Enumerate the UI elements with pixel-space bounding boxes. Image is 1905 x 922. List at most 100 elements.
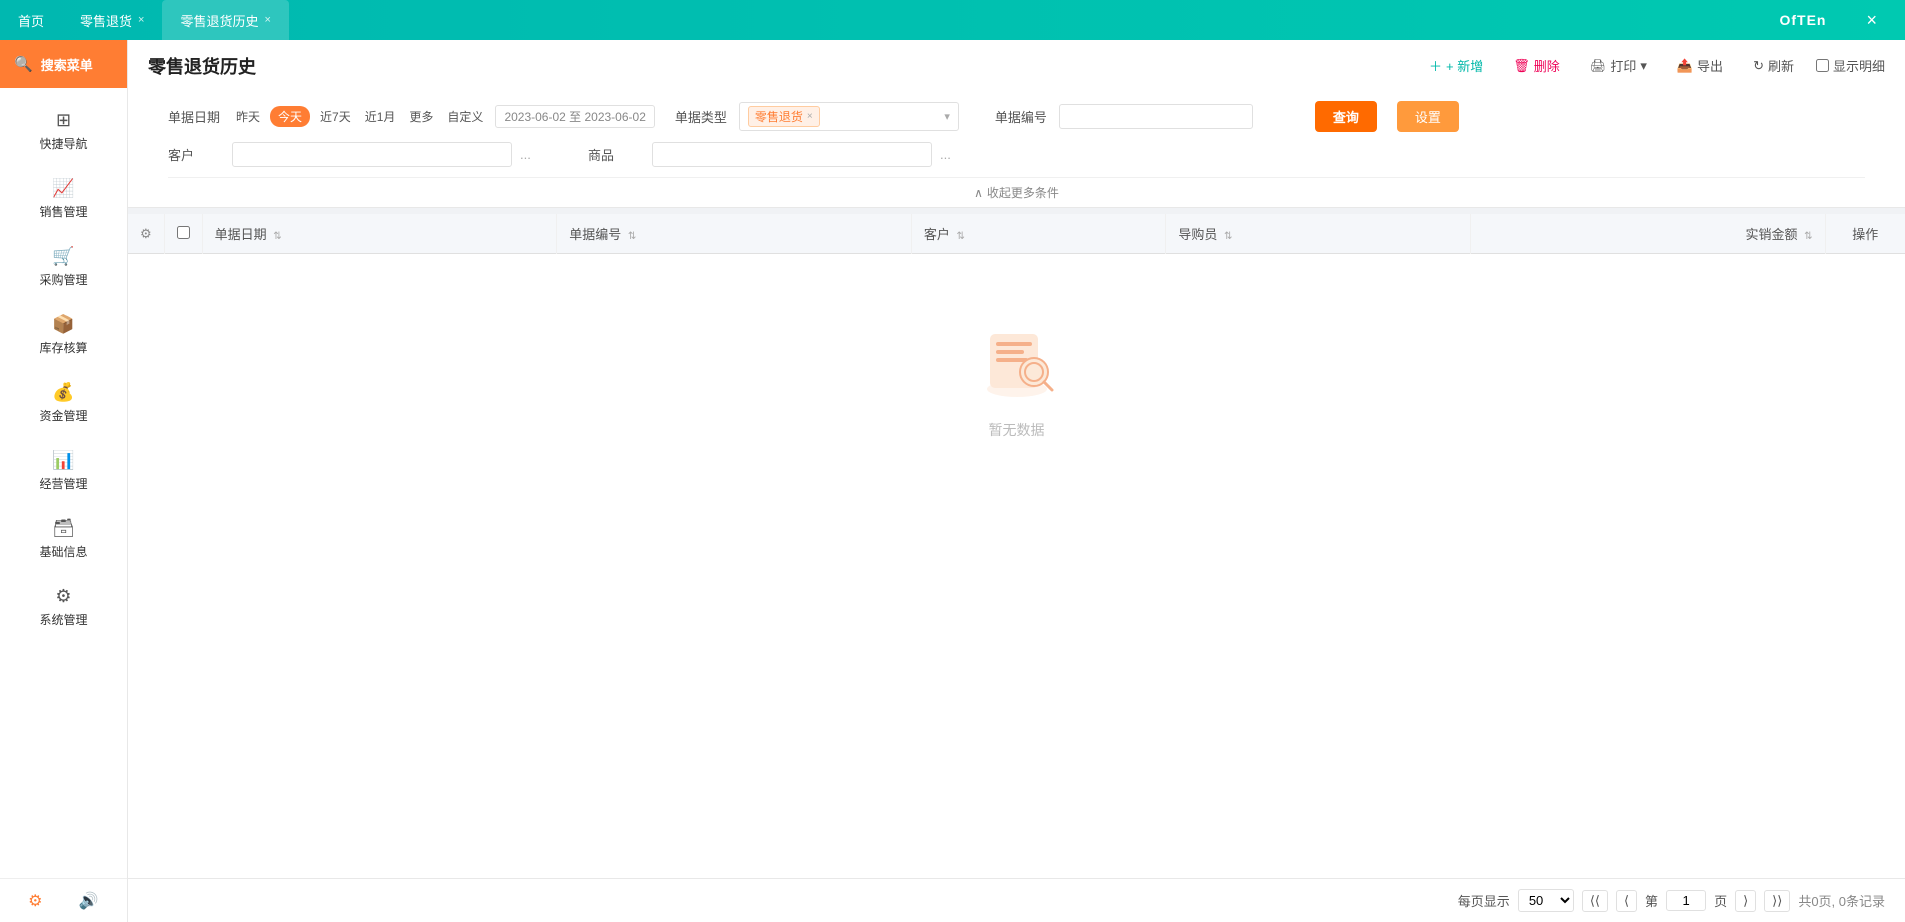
date-opt-1month[interactable]: 近1月 xyxy=(361,106,400,127)
filter-goods-input[interactable] xyxy=(652,142,932,167)
tab-retail-return-history[interactable]: 零售退货历史 × xyxy=(162,0,288,40)
set-button[interactable]: 设置 xyxy=(1397,101,1459,132)
basic-info-icon: 🗃 xyxy=(52,518,75,539)
th-settings[interactable]: ⚙ xyxy=(128,214,164,254)
inventory-label: 库存核算 xyxy=(39,339,87,356)
last-page-btn[interactable]: ⟩⟩ xyxy=(1764,890,1790,912)
finance-icon: 💰 xyxy=(52,382,74,403)
collapse-label: 收起更多条件 xyxy=(987,184,1059,201)
sidebar-item-inventory[interactable]: 📦 库存核算 xyxy=(6,302,121,368)
th-guide-sort-icon[interactable]: ⇅ xyxy=(1224,231,1232,242)
table-head: ⚙ 单据日期 ⇅ 单据编号 ⇅ xyxy=(128,214,1905,254)
collapse-filter-btn[interactable]: ∧ 收起更多条件 xyxy=(168,177,1865,207)
sales-label: 销售管理 xyxy=(39,203,87,220)
tab-home[interactable]: 首页 xyxy=(0,0,62,40)
th-guide-label: 导购员 xyxy=(1178,227,1217,242)
sidebar-item-basic-info[interactable]: 🗃 基础信息 xyxy=(6,506,121,572)
delete-button[interactable]: 🗑 删除 xyxy=(1505,52,1568,79)
select-all-checkbox[interactable] xyxy=(177,226,190,239)
th-customer-label: 客户 xyxy=(924,227,950,242)
date-range-value[interactable]: 2023-06-02 至 2023-06-02 xyxy=(495,105,654,128)
th-amount-sort-icon[interactable]: ⇅ xyxy=(1804,231,1812,242)
next-page-btn[interactable]: ⟩ xyxy=(1735,890,1756,912)
pagination: 每页显示 50 100 200 ⟨⟨ ⟨ 第 页 ⟩ ⟩⟩ 共0页, 0条记录 xyxy=(128,878,1905,922)
export-button[interactable]: 📤 导出 xyxy=(1669,52,1731,79)
tab-list: 首页 零售退货 × 零售退货历史 × xyxy=(0,0,1761,40)
filter-date-item: 单据日期 昨天 今天 近7天 近1月 更多 自定义 2023-06-02 至 2… xyxy=(168,105,655,128)
filter-type-label: 单据类型 xyxy=(675,107,731,126)
type-dropdown-arrow-icon: ▾ xyxy=(944,110,950,123)
print-icon: 🖨 xyxy=(1590,58,1607,74)
refresh-button[interactable]: ↻ 刷新 xyxy=(1745,52,1802,79)
sidebar: 🔍 搜索菜单 ⊞ 快捷导航 📈 销售管理 🛒 采购管理 📦 库存核算 💰 xyxy=(0,40,128,922)
main-table: ⚙ 单据日期 ⇅ 单据编号 ⇅ xyxy=(128,214,1905,254)
quick-nav-icon: ⊞ xyxy=(56,110,71,131)
new-label: + 新增 xyxy=(1446,56,1483,75)
date-opt-more[interactable]: 更多 xyxy=(405,106,437,127)
date-opt-today[interactable]: 今天 xyxy=(270,106,310,127)
th-date-sort-icon[interactable]: ⇅ xyxy=(273,231,281,242)
tab-retail-return[interactable]: 零售退货 × xyxy=(62,0,162,40)
filter-customer-input[interactable] xyxy=(232,142,512,167)
tab-retail-return-label: 零售退货 xyxy=(80,11,132,30)
th-checkbox[interactable] xyxy=(164,214,202,254)
show-detail-input[interactable] xyxy=(1816,59,1829,72)
goods-ellipsis[interactable]: ... xyxy=(940,147,951,162)
first-page-btn[interactable]: ⟨⟨ xyxy=(1582,890,1608,912)
print-button[interactable]: 🖨 打印 ▾ xyxy=(1582,52,1655,79)
sidebar-nav: ⊞ 快捷导航 📈 销售管理 🛒 采购管理 📦 库存核算 💰 资金管理 📊 xyxy=(0,88,127,878)
sidebar-search[interactable]: 🔍 搜索菜单 xyxy=(0,40,127,88)
tab-retail-return-close[interactable]: × xyxy=(138,14,144,26)
settings-bottom-icon[interactable]: ⚙ xyxy=(28,891,42,911)
type-tag-close-icon[interactable]: × xyxy=(807,111,813,122)
tab-home-label: 首页 xyxy=(18,11,44,30)
content-area: 零售退货历史 ＋ + 新增 🗑 删除 🖨 打印 ▾ xyxy=(128,40,1905,922)
filter-goods-label: 商品 xyxy=(588,145,644,164)
th-guide: 导购员 ⇅ xyxy=(1166,214,1471,254)
sidebar-item-finance[interactable]: 💰 资金管理 xyxy=(6,370,121,436)
page-size-label: 每页显示 xyxy=(1458,891,1510,910)
sidebar-item-operations[interactable]: 📊 经营管理 xyxy=(6,438,121,504)
operations-icon: 📊 xyxy=(52,450,74,471)
date-opt-custom[interactable]: 自定义 xyxy=(443,106,487,127)
show-detail-checkbox[interactable]: 显示明细 xyxy=(1816,56,1885,75)
th-voucher-sort-icon[interactable]: ⇅ xyxy=(628,231,636,242)
th-customer-sort-icon[interactable]: ⇅ xyxy=(957,231,965,242)
quick-nav-label: 快捷导航 xyxy=(39,135,87,152)
top-bar: 首页 零售退货 × 零售退货历史 × OfTEn × xyxy=(0,0,1905,40)
table-area: ⚙ 单据日期 ⇅ 单据编号 ⇅ xyxy=(128,214,1905,922)
sidebar-item-quick-nav[interactable]: ⊞ 快捷导航 xyxy=(6,98,121,164)
page-title: 零售退货历史 xyxy=(148,53,256,79)
date-opt-yesterday[interactable]: 昨天 xyxy=(232,106,264,127)
sound-icon[interactable]: 🔊 xyxy=(79,891,99,911)
sys-mgmt-icon: ⚙ xyxy=(55,586,71,607)
page-number-input[interactable] xyxy=(1666,890,1706,911)
query-button[interactable]: 查询 xyxy=(1315,101,1377,132)
th-ops-label: 操作 xyxy=(1852,227,1878,242)
sidebar-item-sales-mgmt[interactable]: 📈 销售管理 xyxy=(6,166,121,232)
sidebar-search-label: 搜索菜单 xyxy=(41,55,93,74)
tab-retail-return-history-close[interactable]: × xyxy=(264,14,270,26)
th-ops: 操作 xyxy=(1825,214,1905,254)
filter-voucher-label: 单据编号 xyxy=(995,107,1051,126)
page-size-select[interactable]: 50 100 200 xyxy=(1518,889,1574,912)
window-close-btn[interactable]: × xyxy=(1854,10,1889,31)
purchase-icon: 🛒 xyxy=(52,246,74,267)
export-icon: 📤 xyxy=(1677,58,1693,74)
prev-page-btn[interactable]: ⟨ xyxy=(1616,890,1637,912)
date-opt-7days[interactable]: 近7天 xyxy=(316,106,355,127)
filter-row-1: 单据日期 昨天 今天 近7天 近1月 更多 自定义 2023-06-02 至 2… xyxy=(168,101,1865,132)
sidebar-item-purchase-mgmt[interactable]: 🛒 采购管理 xyxy=(6,234,121,300)
table-wrapper: ⚙ 单据日期 ⇅ 单据编号 ⇅ xyxy=(128,214,1905,878)
sidebar-bottom: ⚙ 🔊 xyxy=(0,878,127,922)
empty-icon xyxy=(972,314,1062,404)
page-header-top: 零售退货历史 ＋ + 新增 🗑 删除 🖨 打印 ▾ xyxy=(148,52,1885,79)
new-button[interactable]: ＋ + 新增 xyxy=(1421,52,1491,79)
customer-ellipsis[interactable]: ... xyxy=(520,147,531,162)
filter-type-dropdown[interactable]: 零售退货 × ▾ xyxy=(739,102,959,131)
filter-date-label: 单据日期 xyxy=(168,107,224,126)
filter-goods-item: 商品 ... xyxy=(588,142,951,167)
basic-info-label: 基础信息 xyxy=(39,543,87,560)
filter-voucher-input[interactable] xyxy=(1059,104,1253,129)
sidebar-item-sys-mgmt[interactable]: ⚙ 系统管理 xyxy=(6,574,121,640)
